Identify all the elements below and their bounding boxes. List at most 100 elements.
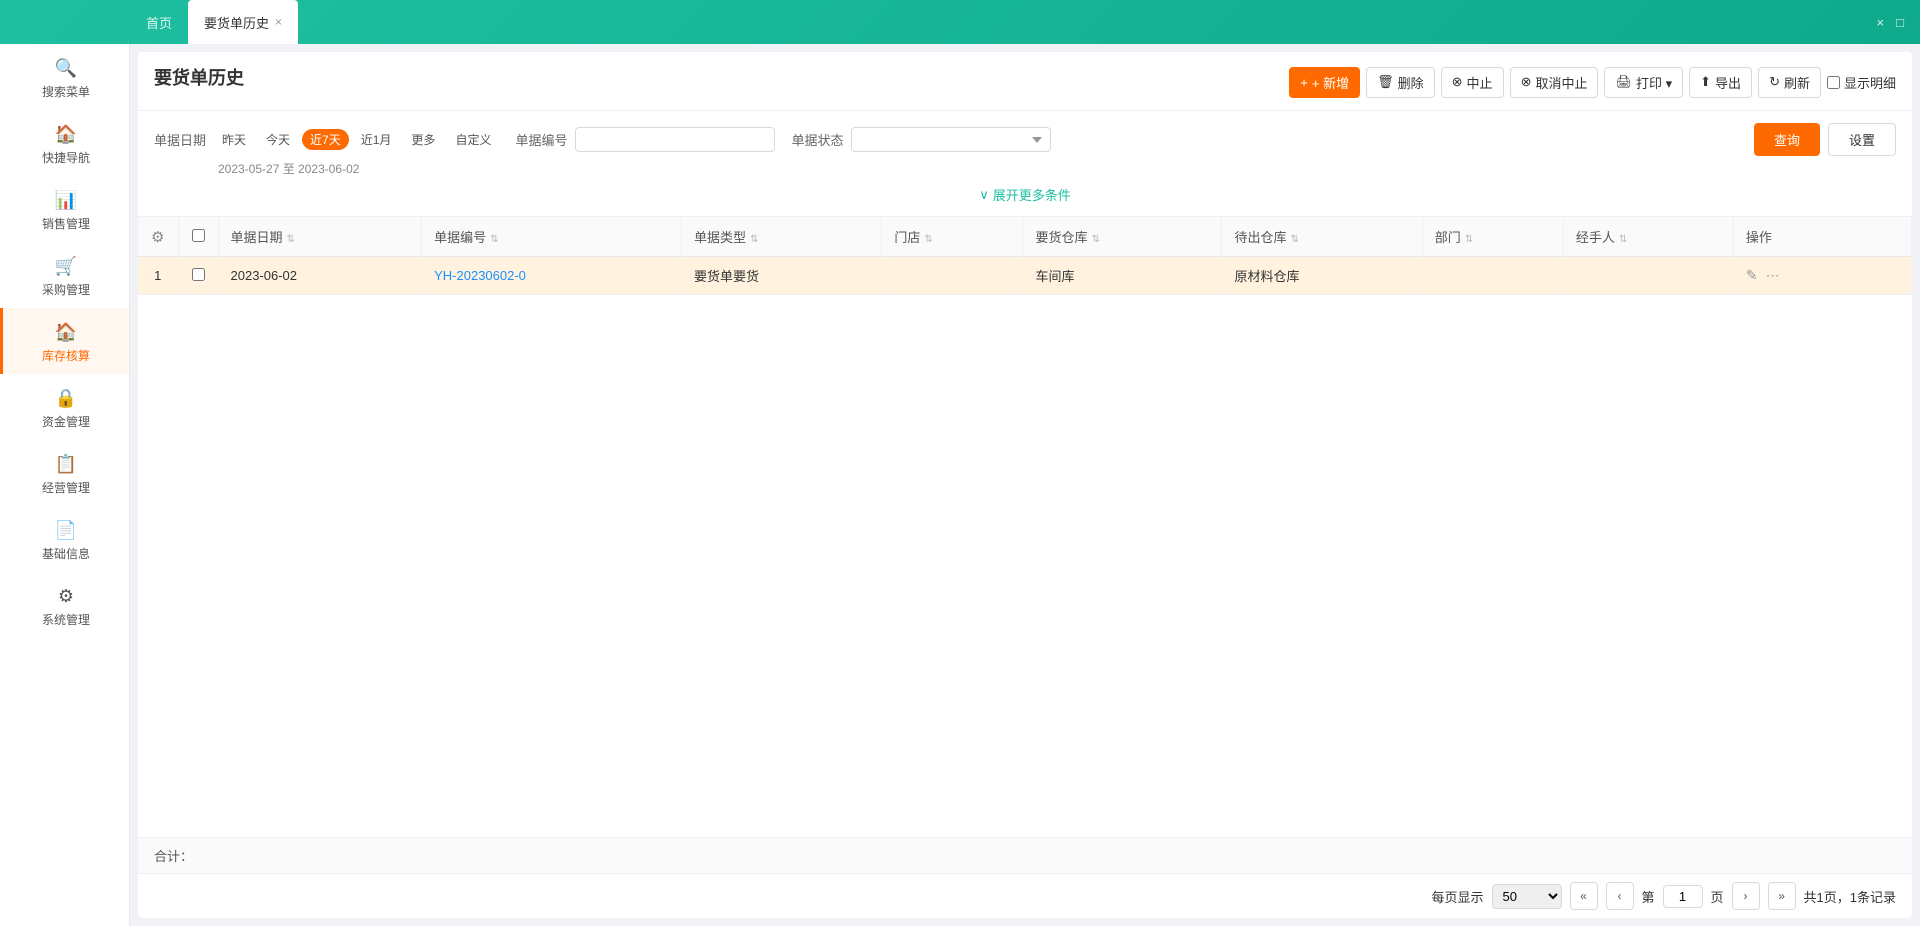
select-all-checkbox[interactable] <box>192 229 205 242</box>
sidebar-item-label: 库存核算 <box>42 347 90 364</box>
doc-status-select[interactable] <box>851 127 1051 152</box>
print-icon: 🖨 <box>1615 74 1632 90</box>
page-input[interactable] <box>1663 885 1703 908</box>
refresh-button[interactable]: ↻ 刷新 <box>1758 67 1821 98</box>
row-type: 要货单要货 <box>682 257 882 295</box>
export-button[interactable]: ⬆ 导出 <box>1689 67 1752 98</box>
sidebar-item-sales[interactable]: 📊 销售管理 <box>0 176 129 242</box>
col-date-header[interactable]: 单据日期⇅ <box>218 217 422 257</box>
top-nav-right: × □ <box>1877 15 1920 30</box>
sidebar-item-search-menu[interactable]: 🔍 搜索菜单 <box>0 44 129 110</box>
tab-requisition-label: 要货单历史 <box>204 13 269 32</box>
purchase-icon: 🛒 <box>55 256 77 277</box>
sidebar-item-label: 销售管理 <box>42 215 90 232</box>
delete-button[interactable]: 🗑 删除 <box>1366 67 1435 98</box>
table-header-row: ⚙ 单据日期⇅ 单据编号⇅ 单 <box>138 217 1912 257</box>
tab-requisition-history[interactable]: 要货单历史 × <box>188 0 298 44</box>
table-footer: 合计： <box>138 837 1912 873</box>
row-edit-icon[interactable]: ✎ <box>1746 267 1758 284</box>
doc-number-input[interactable] <box>575 127 775 152</box>
setting-button[interactable]: 设置 <box>1828 123 1896 156</box>
date-option-custom[interactable]: 自定义 <box>447 129 499 150</box>
search-menu-icon: 🔍 <box>55 58 77 79</box>
cancel-stop-label: 取消中止 <box>1535 73 1587 92</box>
new-icon: + <box>1300 75 1308 90</box>
print-label: 打印 ▾ <box>1636 73 1672 92</box>
new-button[interactable]: + + 新增 <box>1289 67 1360 98</box>
row-dept <box>1422 257 1563 295</box>
last-page-btn[interactable]: » <box>1768 882 1796 910</box>
chevron-down-icon: ∨ <box>979 187 989 203</box>
date-option-more[interactable]: 更多 <box>403 129 443 150</box>
expand-more-label: 展开更多条件 <box>993 185 1071 204</box>
prev-page-btn[interactable]: ‹ <box>1606 882 1634 910</box>
doc-status-filter: 单据状态 <box>791 127 1051 152</box>
table-gear-icon[interactable]: ⚙ <box>151 229 164 246</box>
doc-number-filter: 单据编号 <box>515 127 775 152</box>
tab-home-label: 首页 <box>146 13 172 32</box>
cancel-stop-button[interactable]: ⊗ 取消中止 <box>1510 67 1599 98</box>
doc-number-label: 单据编号 <box>515 130 567 149</box>
page-container: 要货单历史 + + 新增 🗑 删除 ⊗ 中止 ⊗ <box>138 52 1912 918</box>
refresh-icon: ↻ <box>1769 74 1780 90</box>
ops-icon: 📋 <box>55 454 77 475</box>
col-number-header[interactable]: 单据编号⇅ <box>422 217 682 257</box>
display-detail-checkbox[interactable] <box>1827 76 1840 89</box>
date-option-today[interactable]: 今天 <box>258 129 298 150</box>
date-option-7days[interactable]: 近7天 <box>302 129 349 150</box>
page-size-label: 每页显示 <box>1431 887 1483 906</box>
pagination: 每页显示 10 20 50 100 « ‹ 第 页 › » 共1页，1条记录 <box>138 873 1912 918</box>
col-dept-header[interactable]: 部门⇅ <box>1422 217 1563 257</box>
page-size-select[interactable]: 10 20 50 100 <box>1492 884 1562 909</box>
col-pending-warehouse-header[interactable]: 待出仓库⇅ <box>1222 217 1422 257</box>
window-maximize-icon[interactable]: □ <box>1896 15 1904 30</box>
col-type-header[interactable]: 单据类型⇅ <box>682 217 882 257</box>
col-handler-header[interactable]: 经手人⇅ <box>1563 217 1733 257</box>
row-handler <box>1563 257 1733 295</box>
window-close-icon[interactable]: × <box>1877 15 1885 30</box>
date-option-1month[interactable]: 近1月 <box>353 129 400 150</box>
next-page-btn[interactable]: › <box>1732 882 1760 910</box>
stop-label: 中止 <box>1467 73 1493 92</box>
row-select-checkbox[interactable] <box>192 268 205 281</box>
summary-label: 合计： <box>154 849 193 864</box>
row-checkbox[interactable] <box>178 257 218 295</box>
col-checkbox-header <box>178 217 218 257</box>
date-range-display: 2023-05-27 至 2023-06-02 <box>218 162 359 176</box>
fund-icon: 🔒 <box>55 388 77 409</box>
print-button[interactable]: 🖨 打印 ▾ <box>1604 67 1683 98</box>
sidebar-item-purchase[interactable]: 🛒 采购管理 <box>0 242 129 308</box>
total-info: 共1页，1条记录 <box>1804 887 1896 906</box>
sidebar-item-fund[interactable]: 🔒 资金管理 <box>0 374 129 440</box>
date-option-yesterday[interactable]: 昨天 <box>214 129 254 150</box>
row-req-warehouse: 车间库 <box>1023 257 1222 295</box>
col-req-warehouse-header[interactable]: 要货仓库⇅ <box>1023 217 1222 257</box>
sidebar-item-basic-info[interactable]: 📄 基础信息 <box>0 506 129 572</box>
sidebar-item-inventory[interactable]: 🏠 库存核算 <box>0 308 129 374</box>
date-options: 昨天 今天 近7天 近1月 更多 自定义 <box>214 129 499 150</box>
first-page-btn[interactable]: « <box>1570 882 1598 910</box>
sidebar-item-label: 基础信息 <box>42 545 90 562</box>
tab-home[interactable]: 首页 <box>130 0 188 44</box>
col-settings: ⚙ <box>138 217 178 257</box>
export-label: 导出 <box>1715 73 1741 92</box>
sidebar-item-ops[interactable]: 📋 经营管理 <box>0 440 129 506</box>
sidebar-item-system[interactable]: ⚙ 系统管理 <box>0 572 129 638</box>
sidebar-item-label: 系统管理 <box>42 611 90 628</box>
row-more-icon[interactable]: ⋯ <box>1766 267 1780 284</box>
row-number-link[interactable]: YH-20230602-0 <box>434 268 526 283</box>
sidebar-item-label: 搜索菜单 <box>42 83 90 100</box>
col-action-header: 操作 <box>1733 217 1911 257</box>
display-detail-toggle[interactable]: 显示明细 <box>1827 73 1896 92</box>
table-row: 1 2023-06-02 YH-20230602-0 要货单要货 车间库 <box>138 257 1912 295</box>
row-actions: ✎ ⋯ <box>1733 257 1911 295</box>
sidebar-item-quick-nav[interactable]: 🏠 快捷导航 <box>0 110 129 176</box>
stop-button[interactable]: ⊗ 中止 <box>1441 67 1504 98</box>
query-button[interactable]: 查询 <box>1754 123 1820 156</box>
export-icon: ⬆ <box>1700 74 1711 90</box>
close-tab-icon[interactable]: × <box>275 15 282 29</box>
sort-type-icon: ⇅ <box>750 234 758 245</box>
col-store-header[interactable]: 门店⇅ <box>882 217 1023 257</box>
expand-more-btn[interactable]: ∨ 展开更多条件 <box>154 181 1896 208</box>
filter-bar: 单据日期 昨天 今天 近7天 近1月 更多 自定义 单据编号 <box>138 111 1912 217</box>
